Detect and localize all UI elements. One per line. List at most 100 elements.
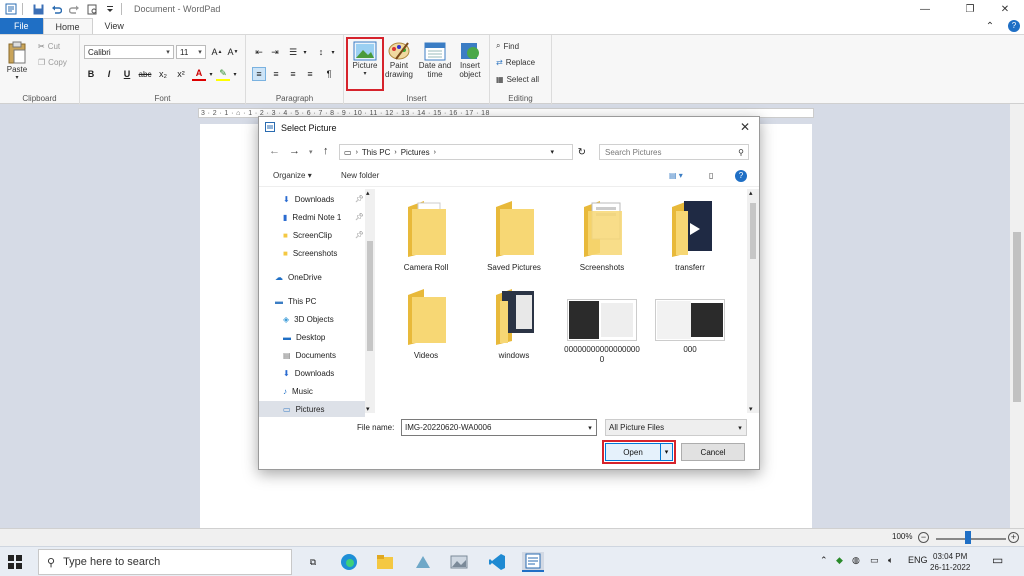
view-options-icon[interactable]: ▤ ▾ xyxy=(669,171,683,180)
volume-icon[interactable]: 🔈︎ xyxy=(888,555,893,566)
font-size-select[interactable]: 11 ▾ xyxy=(176,45,206,59)
quick-access-dropdown-icon[interactable] xyxy=(103,2,117,16)
app-icon[interactable] xyxy=(412,552,434,572)
folder-item[interactable]: Saved Pictures xyxy=(471,197,557,273)
nav-item-this-pc[interactable]: ▬ This PC xyxy=(275,293,316,309)
taskbar-search-box[interactable]: ⚲ Type here to search xyxy=(38,549,292,575)
nav-pane-scrollbar[interactable]: ▴ ▾ xyxy=(365,189,375,413)
network-globe-icon[interactable]: ◍ xyxy=(852,555,860,566)
up-arrow-icon[interactable]: ↑ xyxy=(323,145,329,157)
tab-file[interactable]: File xyxy=(0,18,43,34)
align-right-icon[interactable]: ≡ xyxy=(286,67,300,81)
zoom-in-button[interactable]: + xyxy=(1008,532,1019,543)
help-icon[interactable]: ? xyxy=(1008,20,1020,32)
filename-input[interactable]: IMG-20220620-WA0006 ▾ xyxy=(401,419,597,436)
open-options-dropdown-icon[interactable]: ▾ xyxy=(660,444,672,460)
scrollbar-thumb[interactable] xyxy=(750,203,756,259)
nav-item-screenclip[interactable]: ■ ScreenClip xyxy=(283,227,332,243)
scrollbar-thumb[interactable] xyxy=(367,241,373,351)
search-pictures-input[interactable]: Search Pictures ⚲ xyxy=(599,144,749,160)
decrease-indent-icon[interactable]: ⇤ xyxy=(252,45,266,59)
subscript-button[interactable]: x₂ xyxy=(156,67,170,81)
nav-item-screenshots[interactable]: ■ Screenshots xyxy=(283,245,337,261)
folder-item[interactable]: Videos xyxy=(383,285,469,361)
show-hidden-icons-icon[interactable]: ⌃ xyxy=(820,555,828,566)
scroll-up-icon[interactable]: ▴ xyxy=(749,189,753,197)
superscript-button[interactable]: x² xyxy=(174,67,188,81)
chevron-down-icon[interactable]: ▾ xyxy=(584,424,596,432)
nav-item-redmi-note[interactable]: ▮ Redmi Note 1 xyxy=(283,209,341,225)
new-folder-button[interactable]: New folder xyxy=(341,171,379,180)
scroll-down-icon[interactable]: ▾ xyxy=(749,405,753,413)
select-all-button[interactable]: ▦ Select all xyxy=(496,75,539,84)
date-time-button[interactable]: Date and time xyxy=(416,41,454,79)
nav-item-desktop[interactable]: ▬ Desktop xyxy=(283,329,325,345)
folder-item[interactable]: Camera Roll xyxy=(383,197,469,273)
address-dropdown-icon[interactable]: ▾ xyxy=(550,148,554,156)
chevron-down-icon[interactable]: ▾ xyxy=(326,45,340,59)
scroll-up-icon[interactable]: ▴ xyxy=(366,189,370,197)
ribbon-collapse-icon[interactable]: ⌃ xyxy=(975,18,1005,34)
organize-button[interactable]: Organize ▾ xyxy=(273,171,312,180)
tray-app-icon[interactable]: ◆ xyxy=(836,555,843,566)
zoom-slider-thumb[interactable] xyxy=(965,531,971,544)
scrollbar-thumb[interactable] xyxy=(1013,232,1021,402)
preview-pane-icon[interactable]: ▯ xyxy=(709,171,713,180)
zoom-out-button[interactable]: − xyxy=(918,532,929,543)
minimize-button[interactable]: — xyxy=(910,0,940,18)
replace-button[interactable]: ⇄ Replace xyxy=(496,58,535,67)
folder-item[interactable]: Screenshots xyxy=(559,197,645,273)
tab-home[interactable]: Home xyxy=(42,18,93,34)
document-scrollbar[interactable] xyxy=(1010,104,1024,528)
cancel-button[interactable]: Cancel xyxy=(681,443,745,461)
chevron-down-icon[interactable]: ▾ xyxy=(228,67,242,81)
vscode-icon[interactable] xyxy=(486,552,508,572)
notifications-icon[interactable]: ▭ xyxy=(992,553,1003,567)
tab-view[interactable]: View xyxy=(93,18,136,34)
dialog-close-button[interactable]: ✕ xyxy=(737,120,753,136)
folder-item[interactable]: windows xyxy=(471,285,557,361)
language-indicator[interactable]: ENG xyxy=(908,555,928,565)
strikethrough-button[interactable]: abc xyxy=(138,67,152,81)
battery-icon[interactable]: ▭ xyxy=(870,555,879,566)
scroll-down-icon[interactable]: ▾ xyxy=(366,405,370,413)
folder-item[interactable]: transferr xyxy=(647,197,733,273)
file-list-scrollbar[interactable]: ▴ ▾ xyxy=(747,189,759,413)
chevron-down-icon[interactable]: ▾ xyxy=(298,45,312,59)
system-clock[interactable]: 03:04 PM 26-11-2022 xyxy=(930,551,970,573)
image-file-item[interactable]: 000000000000000000 xyxy=(559,299,645,365)
shrink-font-icon[interactable]: A ▼ xyxy=(226,45,240,59)
underline-button[interactable]: U xyxy=(120,67,134,81)
forward-arrow-icon[interactable]: → xyxy=(289,145,300,157)
nav-item-music[interactable]: ♪ Music xyxy=(283,383,313,399)
close-window-button[interactable]: ✕ xyxy=(990,0,1020,18)
wordpad-taskbar-icon[interactable] xyxy=(522,552,544,572)
redo-icon[interactable] xyxy=(67,2,81,16)
task-view-icon[interactable]: ⧉ xyxy=(302,552,324,572)
refresh-icon[interactable]: ↻ xyxy=(578,147,586,158)
copy-button[interactable]: ❐ Copy xyxy=(38,58,67,67)
insert-object-button[interactable]: Insert object xyxy=(454,41,486,79)
back-arrow-icon[interactable]: ← xyxy=(269,145,280,157)
breadcrumb-this-pc[interactable]: This PC xyxy=(362,148,390,157)
cut-button[interactable]: ✂ Cut xyxy=(38,42,60,51)
help-icon[interactable]: ? xyxy=(735,170,747,182)
photos-icon[interactable] xyxy=(448,552,470,572)
paint-drawing-button[interactable]: Paint drawing xyxy=(384,41,414,79)
file-explorer-icon[interactable] xyxy=(374,552,396,572)
paste-button[interactable]: Paste ▾ xyxy=(6,41,28,83)
file-type-select[interactable]: All Picture Files ▾ xyxy=(605,419,747,436)
nav-item-onedrive[interactable]: ☁ OneDrive xyxy=(275,269,322,285)
paragraph-settings-icon[interactable]: ¶ xyxy=(322,67,336,81)
undo-icon[interactable] xyxy=(49,2,63,16)
print-preview-icon[interactable] xyxy=(85,2,99,16)
align-left-icon[interactable]: ≡ xyxy=(252,67,266,81)
breadcrumb-pictures[interactable]: Pictures xyxy=(401,148,430,157)
bold-button[interactable]: B xyxy=(84,67,98,81)
nav-item-3d-objects[interactable]: ◈ 3D Objects xyxy=(283,311,334,327)
increase-indent-icon[interactable]: ⇥ xyxy=(268,45,282,59)
save-icon[interactable] xyxy=(31,2,45,16)
grow-font-icon[interactable]: A ▲ xyxy=(210,45,224,59)
italic-button[interactable]: I xyxy=(102,67,116,81)
align-center-icon[interactable]: ≡ xyxy=(269,67,283,81)
